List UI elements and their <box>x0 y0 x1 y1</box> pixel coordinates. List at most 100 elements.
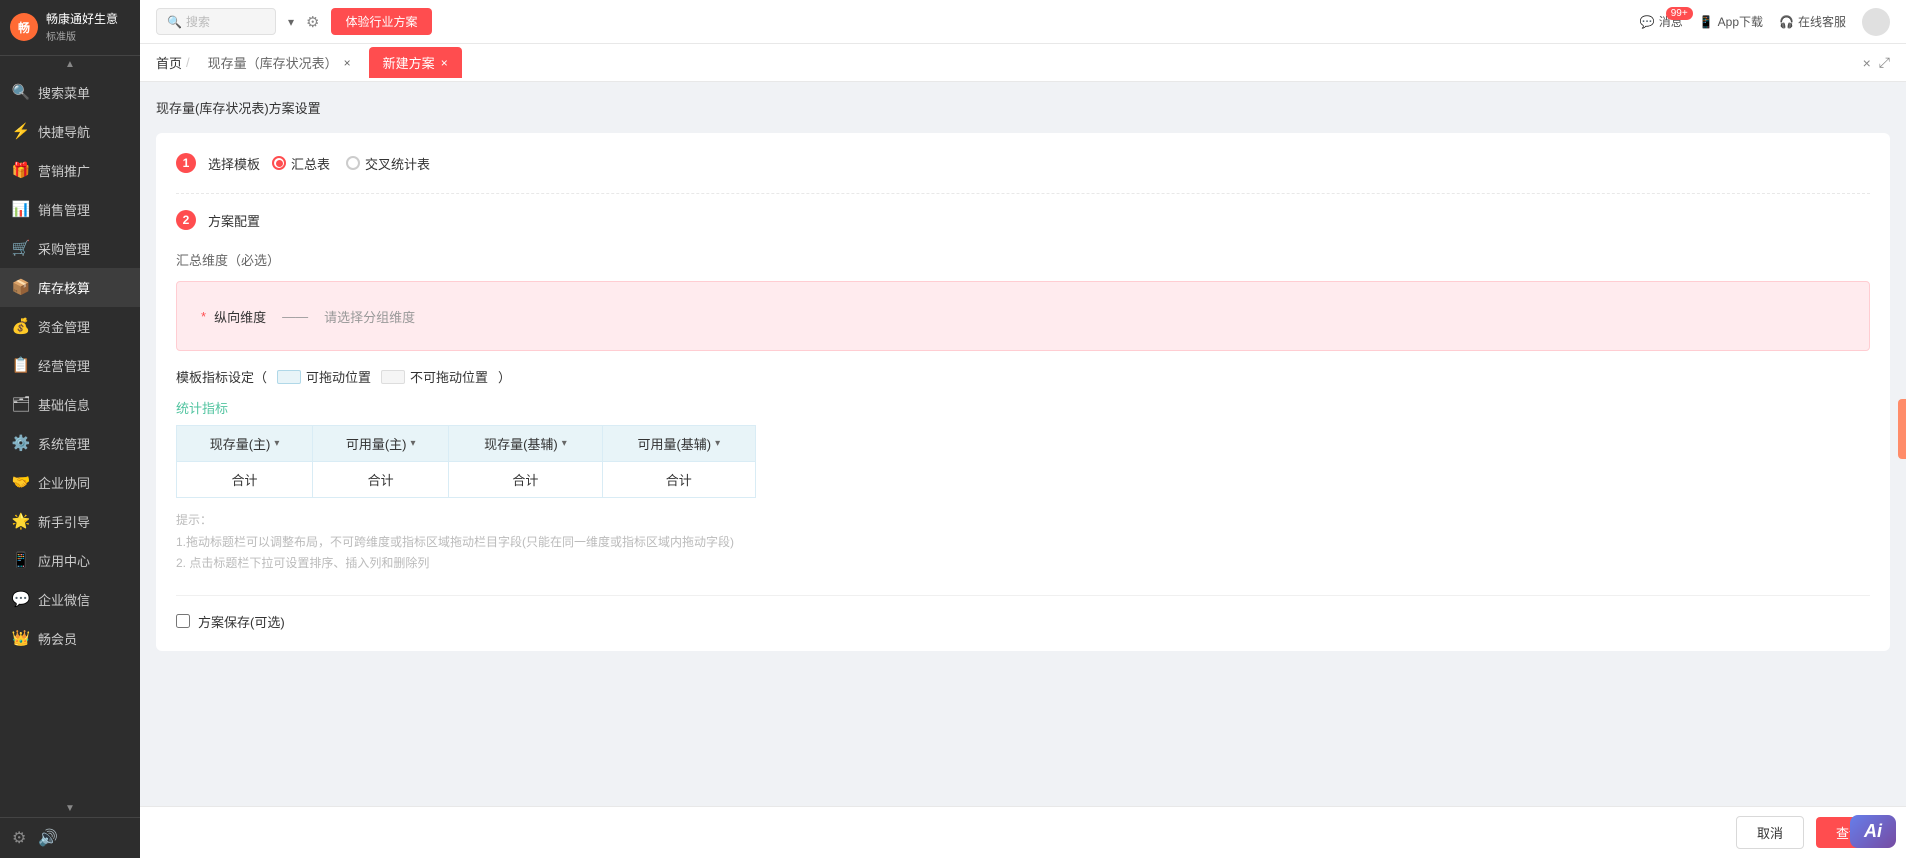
sidebar-item-label: 搜索菜单 <box>38 83 90 102</box>
step2-label: 方案配置 <box>208 211 260 230</box>
scroll-up-arrow[interactable]: ▲ <box>65 59 75 70</box>
gear-icon[interactable]: ⚙ <box>306 13 319 31</box>
sidebar-item-label: 新手引导 <box>38 512 90 531</box>
sidebar-item-label: 应用中心 <box>38 551 90 570</box>
summary-dimension-title: 汇总维度（必选） <box>176 250 1870 269</box>
search-icon: 🔍 <box>167 15 182 29</box>
save-scheme-checkbox[interactable] <box>176 614 190 628</box>
sidebar-item-search[interactable]: 🔍 搜索菜单 <box>0 73 140 112</box>
sidebar-item-marketing[interactable]: 🎁 营销推广 <box>0 151 140 190</box>
app-name: 畅康通好生意 <box>46 12 118 28</box>
dimension-asterisk: * <box>201 309 206 324</box>
sidebar-item-wechat[interactable]: 💬 企业微信 <box>0 580 140 619</box>
app-download-button[interactable]: 📱 App下载 <box>1699 13 1763 30</box>
sound-icon[interactable]: 🔊 <box>38 828 58 848</box>
sidebar-item-label: 快捷导航 <box>38 122 90 141</box>
sidebar-item-purchase[interactable]: 🛒 采购管理 <box>0 229 140 268</box>
draggable-box <box>277 370 301 384</box>
sidebar-item-system[interactable]: ⚙️ 系统管理 <box>0 424 140 463</box>
tab-home[interactable]: 首页 <box>156 53 182 72</box>
experience-button[interactable]: 体验行业方案 <box>331 8 431 35</box>
marketing-icon: 🎁 <box>12 161 30 179</box>
sidebar-item-label: 销售管理 <box>38 200 90 219</box>
tab-close-action[interactable]: × <box>1863 55 1871 71</box>
col-dropdown-2[interactable]: 现存量(基辅) ▾ <box>484 434 567 453</box>
sidebar-item-label: 企业协同 <box>38 473 90 492</box>
ai-badge[interactable]: Ai <box>1850 815 1896 848</box>
topbar-right: 💬 消息 99+ 📱 App下载 🎧 在线客服 <box>1640 8 1890 36</box>
tip-1: 1.拖动标题栏可以调整布局，不可跨维度或指标区域拖动栏目字段(只能在同一维度或指… <box>176 532 1870 554</box>
col-dropdown-1[interactable]: 可用量(主) ▾ <box>346 434 416 453</box>
tab-inventory-close[interactable]: × <box>344 56 351 70</box>
col-chevron-1: ▾ <box>411 438 416 449</box>
tabs-actions: × ⤢ <box>1863 54 1890 71</box>
scheme-footer: 方案保存(可选) <box>176 595 1870 631</box>
message-button[interactable]: 💬 消息 99+ <box>1640 13 1683 30</box>
cell-0-1: 合计 <box>313 462 449 498</box>
topbar-search[interactable]: 🔍 搜索 <box>156 8 276 35</box>
sales-icon: 📊 <box>12 200 30 218</box>
bottom-bar: 取消 查询 <box>140 806 1906 858</box>
tab-new-scheme[interactable]: 新建方案 × <box>369 47 462 78</box>
sidebar-item-sales[interactable]: 📊 销售管理 <box>0 190 140 229</box>
scheme-panel: 1 选择模板 汇总表 交叉统计表 2 方案配置 <box>156 133 1890 651</box>
tip-title: 提示： <box>176 510 1870 532</box>
sidebar-item-newbie[interactable]: 🌟 新手引导 <box>0 502 140 541</box>
col-header-0[interactable]: 现存量(主) ▾ <box>177 426 313 462</box>
sidebar-item-label: 基础信息 <box>38 395 90 414</box>
col-header-2[interactable]: 现存量(基辅) ▾ <box>449 426 602 462</box>
content-area: 现存量(库存状况表)方案设置 1 选择模板 汇总表 交叉统计表 <box>140 82 1906 806</box>
app-label: App下载 <box>1718 13 1763 30</box>
radio-cross-table[interactable]: 交叉统计表 <box>346 154 430 173</box>
tab-expand-action[interactable]: ⤢ <box>1879 54 1890 71</box>
step1-badge: 1 <box>176 153 196 173</box>
step1-row: 1 选择模板 汇总表 交叉统计表 <box>176 153 1870 173</box>
sidebar-scroll-up[interactable]: ▲ <box>0 56 140 73</box>
step2-badge: 2 <box>176 210 196 230</box>
template-settings: 模板指标设定（ 可拖动位置 不可拖动位置 ） <box>176 367 1870 386</box>
sidebar-item-finance[interactable]: 💰 资金管理 <box>0 307 140 346</box>
dimension-hint: 请选择分组维度 <box>324 307 415 326</box>
online-service-button[interactable]: 🎧 在线客服 <box>1779 13 1846 30</box>
search-icon: 🔍 <box>12 83 30 101</box>
col-dropdown-3[interactable]: 可用量(基辅) ▾ <box>637 434 720 453</box>
sidebar-item-label: 库存核算 <box>38 278 90 297</box>
sidebar-item-inventory[interactable]: 📦 库存核算 <box>0 268 140 307</box>
management-icon: 📋 <box>12 356 30 374</box>
cell-0-3: 合计 <box>602 462 755 498</box>
settings-icon[interactable]: ⚙ <box>12 828 26 848</box>
search-placeholder: 搜索 <box>186 13 210 30</box>
tab-inventory[interactable]: 现存量（库存状况表） × <box>194 47 365 78</box>
sidebar-item-management[interactable]: 📋 经营管理 <box>0 346 140 385</box>
sidebar-item-label: 采购管理 <box>38 239 90 258</box>
topbar-dropdown[interactable]: ▾ <box>288 15 294 29</box>
not-draggable-label: 不可拖动位置 <box>410 367 488 386</box>
sidebar-item-member[interactable]: 👑 畅会员 <box>0 619 140 658</box>
legend-not-draggable: 不可拖动位置 <box>381 367 488 386</box>
sidebar-scroll-down[interactable]: ▼ <box>0 800 140 817</box>
right-edge-handle[interactable] <box>1898 399 1906 459</box>
col-dropdown-0[interactable]: 现存量(主) ▾ <box>210 434 280 453</box>
radio-cross-circle <box>346 156 360 170</box>
col-label-3: 可用量(基辅) <box>637 434 711 453</box>
sidebar-item-quick-nav[interactable]: ⚡ 快捷导航 <box>0 112 140 151</box>
col-header-1[interactable]: 可用量(主) ▾ <box>313 426 449 462</box>
dimension-area[interactable]: * 纵向维度 —— 请选择分组维度 <box>176 281 1870 351</box>
dropdown-chevron-icon: ▾ <box>288 15 294 29</box>
template-settings-suffix: ） <box>498 367 511 386</box>
stats-table: 现存量(主) ▾ 可用量(主) ▾ <box>176 425 756 498</box>
app-center-icon: 📱 <box>12 551 30 569</box>
tab-new-scheme-close[interactable]: × <box>441 56 448 70</box>
radio-summary-table[interactable]: 汇总表 <box>272 154 330 173</box>
cancel-button[interactable]: 取消 <box>1736 816 1804 849</box>
col-header-3[interactable]: 可用量(基辅) ▾ <box>602 426 755 462</box>
sidebar-item-label: 畅会员 <box>38 629 77 648</box>
sidebar-item-app-center[interactable]: 📱 应用中心 <box>0 541 140 580</box>
sidebar-item-basic[interactable]: 🗂 基础信息 <box>0 385 140 424</box>
save-scheme-label: 方案保存(可选) <box>198 612 285 631</box>
sidebar-item-cooperation[interactable]: 🤝 企业协同 <box>0 463 140 502</box>
user-avatar[interactable] <box>1862 8 1890 36</box>
cell-0-0: 合计 <box>177 462 313 498</box>
template-radio-group: 汇总表 交叉统计表 <box>272 154 430 173</box>
scroll-down-arrow[interactable]: ▼ <box>65 803 75 814</box>
